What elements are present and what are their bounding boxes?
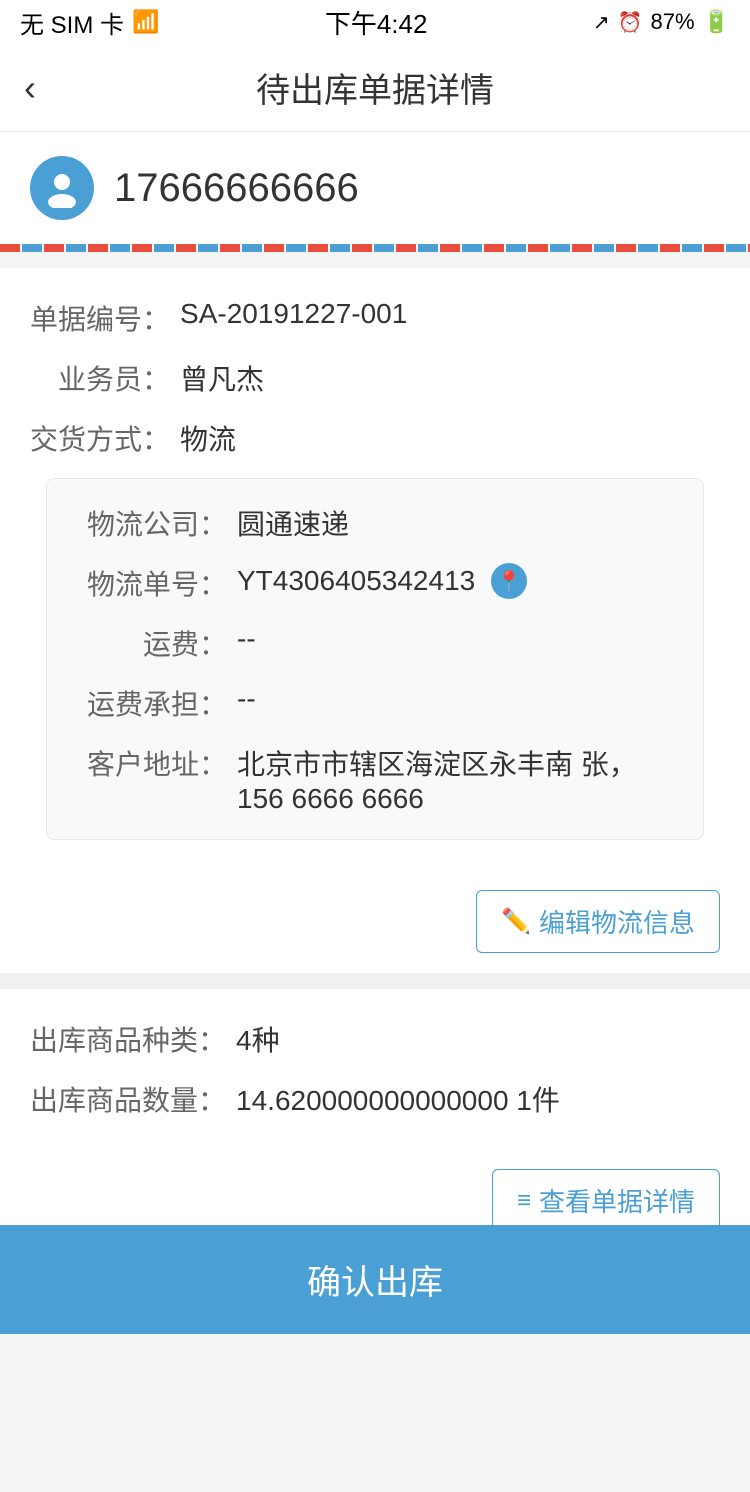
delivery-value: 物流 xyxy=(170,418,720,458)
logistics-card: 物流公司： 圆通速递 物流单号： YT4306405342413 📍 运费： -… xyxy=(46,478,704,840)
tracking-number-row: 物流单号： YT4306405342413 📍 xyxy=(67,563,683,603)
section-divider xyxy=(0,973,750,989)
freight-row: 运费： -- xyxy=(67,623,683,663)
freight-label: 运费： xyxy=(67,623,227,663)
product-quantity-label: 出库商品数量： xyxy=(30,1079,226,1119)
customer-phone: 17666666666 xyxy=(114,166,359,211)
product-category-value: 4种 xyxy=(226,1019,720,1059)
product-quantity-value: 14.620000000000000 1件 xyxy=(226,1079,720,1119)
view-detail-icon: ≡ xyxy=(517,1187,531,1215)
page-title: 待出库单据详情 xyxy=(256,63,494,112)
tracking-number-label: 物流单号： xyxy=(67,563,227,603)
address-label: 客户地址： xyxy=(67,743,227,783)
confirm-button-wrapper: 确认出库 xyxy=(0,1225,750,1334)
edit-button-row: ✏️ 编辑物流信息 xyxy=(0,870,750,973)
wifi-icon: 📶 xyxy=(132,9,159,35)
logistics-company-label: 物流公司： xyxy=(67,503,227,543)
logistics-company-value: 圆通速递 xyxy=(227,503,683,543)
location-pin-icon: 📍 xyxy=(497,569,522,594)
order-number-value: SA-20191227-001 xyxy=(170,298,720,330)
product-section: 出库商品种类： 4种 出库商品数量： 14.620000000000000 1件 xyxy=(0,989,750,1149)
freight-value: -- xyxy=(227,623,683,655)
status-left: 无 SIM 卡 📶 xyxy=(20,5,159,40)
view-detail-label: 查看单据详情 xyxy=(539,1182,695,1219)
dashed-divider xyxy=(0,244,750,252)
carrier-label: 无 SIM 卡 xyxy=(20,5,124,40)
product-category-label: 出库商品种类： xyxy=(30,1019,226,1059)
battery-label: 87% xyxy=(651,9,695,35)
freight-bear-value: -- xyxy=(227,683,683,715)
track-location-button[interactable]: 📍 xyxy=(491,563,527,599)
salesman-row: 业务员： 曾凡杰 xyxy=(30,358,720,398)
battery-icon: 🔋 xyxy=(703,9,730,35)
tracking-number-value: YT4306405342413 xyxy=(237,565,475,597)
edit-button-label: 编辑物流信息 xyxy=(539,903,695,940)
confirm-outbound-button[interactable]: 确认出库 xyxy=(0,1245,750,1314)
freight-bear-row: 运费承担： -- xyxy=(67,683,683,723)
salesman-label: 业务员： xyxy=(30,358,170,398)
status-time: 下午4:42 xyxy=(325,4,428,41)
back-button[interactable]: ‹ xyxy=(24,67,36,109)
status-right: ↗ ⏰ 87% 🔋 xyxy=(593,9,730,35)
edit-logistics-button[interactable]: ✏️ 编辑物流信息 xyxy=(476,890,720,953)
customer-header: 17666666666 xyxy=(0,132,750,244)
avatar xyxy=(30,156,94,220)
order-number-row: 单据编号： SA-20191227-001 xyxy=(30,298,720,338)
order-number-label: 单据编号： xyxy=(30,298,170,338)
address-value: 北京市市辖区海淀区永丰南 张，156 6666 6666 xyxy=(227,743,683,815)
location-status-icon: ↗ xyxy=(593,10,610,35)
product-quantity-row: 出库商品数量： 14.620000000000000 1件 xyxy=(30,1079,720,1119)
delivery-label: 交货方式： xyxy=(30,418,170,458)
tracking-value-wrapper: YT4306405342413 📍 xyxy=(227,563,683,599)
freight-bear-label: 运费承担： xyxy=(67,683,227,723)
order-info-section: 单据编号： SA-20191227-001 业务员： 曾凡杰 交货方式： 物流 … xyxy=(0,268,750,870)
avatar-icon xyxy=(42,168,82,208)
status-bar: 无 SIM 卡 📶 下午4:42 ↗ ⏰ 87% 🔋 xyxy=(0,0,750,44)
logistics-company-row: 物流公司： 圆通速递 xyxy=(67,503,683,543)
view-detail-button[interactable]: ≡ 查看单据详情 xyxy=(492,1169,720,1232)
nav-bar: ‹ 待出库单据详情 xyxy=(0,44,750,132)
salesman-value: 曾凡杰 xyxy=(170,358,720,398)
delivery-row: 交货方式： 物流 xyxy=(30,418,720,458)
edit-icon: ✏️ xyxy=(501,907,531,936)
address-row: 客户地址： 北京市市辖区海淀区永丰南 张，156 6666 6666 xyxy=(67,743,683,815)
product-category-row: 出库商品种类： 4种 xyxy=(30,1019,720,1059)
alarm-icon: ⏰ xyxy=(618,10,643,35)
